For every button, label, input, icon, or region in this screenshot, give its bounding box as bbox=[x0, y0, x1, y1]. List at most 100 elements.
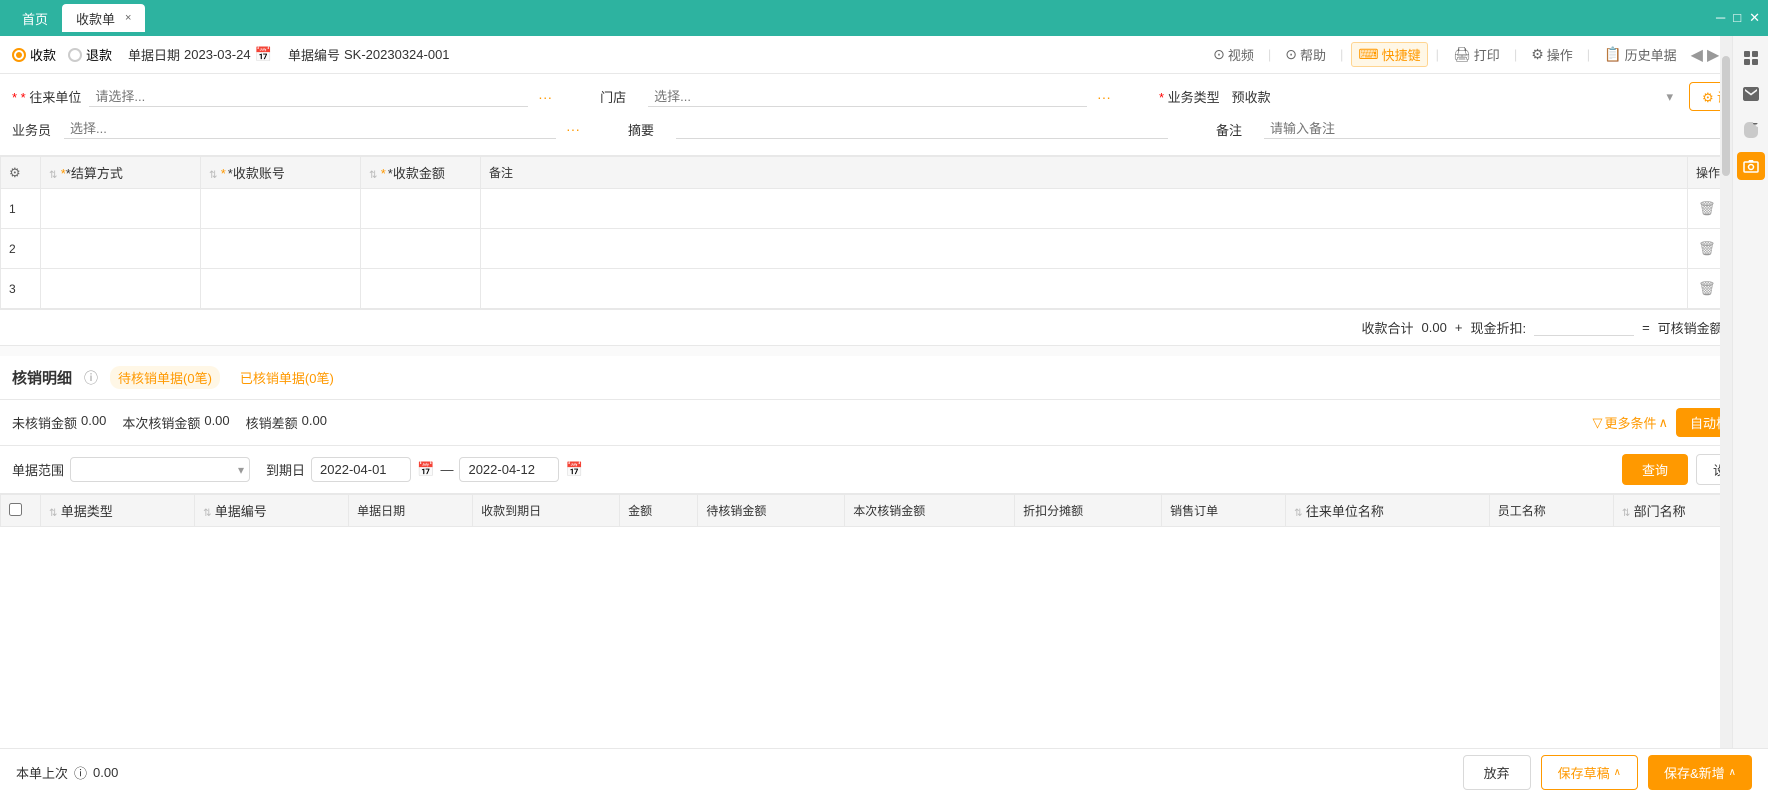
shortcut-btn[interactable]: ⌨ 快捷键 bbox=[1351, 42, 1427, 67]
date-to-calendar-icon[interactable]: 📅 bbox=[565, 461, 582, 478]
row-2-settle[interactable] bbox=[41, 229, 201, 269]
table-row: 2 🗑 ⎘ bbox=[1, 229, 1768, 269]
bottom-info-icon[interactable]: ⓘ bbox=[74, 763, 87, 782]
save-draft-button[interactable]: 保存草稿 ∧ bbox=[1541, 755, 1638, 790]
more-conditions-label: 更多条件 bbox=[1604, 413, 1656, 432]
tab-home[interactable]: 首页 bbox=[8, 4, 62, 32]
doc-date-calendar-icon[interactable]: 📅 bbox=[255, 46, 272, 63]
query-button[interactable]: 查询 bbox=[1622, 454, 1688, 485]
row-1-remark[interactable] bbox=[481, 189, 1688, 229]
total-label: 收款合计 bbox=[1362, 318, 1414, 337]
row-2-amount[interactable] bbox=[361, 229, 481, 269]
discard-button[interactable]: 放弃 bbox=[1463, 755, 1531, 790]
nav-prev-icon[interactable]: ◀ bbox=[1691, 45, 1703, 65]
sidebar-email-icon[interactable] bbox=[1737, 80, 1765, 108]
select-all-checkbox[interactable] bbox=[9, 503, 22, 516]
radio-receipt[interactable]: 收款 bbox=[12, 45, 56, 64]
row-1-account[interactable] bbox=[201, 189, 361, 229]
tab-close-icon[interactable]: × bbox=[125, 12, 131, 24]
diff-stat: 核销差额 0.00 bbox=[246, 413, 327, 432]
operation-btn[interactable]: ⚙ 操作 bbox=[1525, 43, 1579, 66]
biz-type-dropdown-icon[interactable]: ▾ bbox=[1666, 89, 1673, 105]
row-2-remark[interactable] bbox=[481, 229, 1688, 269]
date-from-calendar-icon[interactable]: 📅 bbox=[417, 461, 434, 478]
radio-refund[interactable]: 退款 bbox=[68, 45, 112, 64]
tab-bar: 首页 收款单 × ─ □ ✕ bbox=[0, 0, 1768, 36]
staff-input[interactable] bbox=[64, 119, 556, 139]
maximize-icon[interactable]: □ bbox=[1733, 10, 1741, 26]
radio-refund-label: 退款 bbox=[86, 45, 112, 64]
row-3-delete-icon[interactable]: 🗑 bbox=[1698, 280, 1716, 296]
tab-receipt[interactable]: 收款单 × bbox=[62, 4, 145, 32]
section-info-icon[interactable]: ⓘ bbox=[84, 368, 98, 388]
sidebar-table-icon[interactable] bbox=[1737, 44, 1765, 72]
row-2-delete-icon[interactable]: 🗑 bbox=[1698, 240, 1716, 256]
minimize-icon[interactable]: ─ bbox=[1716, 10, 1725, 26]
date-to-input[interactable] bbox=[459, 457, 559, 482]
th-pending: 待核销金额 bbox=[698, 495, 845, 527]
form-area: * 往来单位 ··· 门店 ··· * 业务类型 预收款 ▾ ⚙ 设置 业务员 bbox=[0, 74, 1768, 156]
partner-more-icon[interactable]: ··· bbox=[538, 89, 552, 105]
row-2-account[interactable] bbox=[201, 229, 361, 269]
nav-next-icon[interactable]: ▶ bbox=[1707, 45, 1719, 65]
store-input[interactable] bbox=[648, 87, 1087, 107]
due-date-label: 到期日 bbox=[266, 460, 305, 479]
th-staff: 员工名称 bbox=[1489, 495, 1613, 527]
row-3-amount[interactable] bbox=[361, 269, 481, 309]
store-more-icon[interactable]: ··· bbox=[1097, 89, 1111, 105]
range-select[interactable] bbox=[70, 457, 250, 482]
video-btn[interactable]: ⊙ 视频 bbox=[1207, 43, 1260, 66]
detail-table-wrap: ⇅ 单据类型 ⇅ 单据编号 单据日期 收款到期日 金额 待核销金额 本次核销金额… bbox=[0, 494, 1768, 587]
help-btn[interactable]: ⊙ 帮助 bbox=[1279, 43, 1332, 66]
save-draft-chevron-icon: ∧ bbox=[1614, 767, 1621, 778]
save-new-button[interactable]: 保存&新增 ∧ bbox=[1648, 755, 1752, 790]
date-from-input[interactable] bbox=[311, 457, 411, 482]
history-btn[interactable]: 📋 历史单据 bbox=[1598, 43, 1682, 66]
row-3-remark[interactable] bbox=[481, 269, 1688, 309]
doc-no-field: 单据编号 SK-20230324-001 bbox=[288, 45, 450, 64]
scroll-track bbox=[1720, 36, 1732, 748]
row-1-settle[interactable] bbox=[41, 189, 201, 229]
sort-icon-doc-no: ⇅ bbox=[203, 508, 211, 519]
biz-type-value: 预收款 bbox=[1232, 87, 1659, 106]
sidebar-screenshot-icon[interactable] bbox=[1737, 152, 1765, 180]
save-draft-label: 保存草稿 bbox=[1558, 763, 1610, 782]
doc-date-field: 单据日期 2023-03-24 📅 bbox=[128, 45, 272, 64]
row-3-settle[interactable] bbox=[41, 269, 201, 309]
bottom-total-value: 0.00 bbox=[93, 765, 118, 780]
bottom-actions: 放弃 保存草稿 ∧ 保存&新增 ∧ bbox=[1463, 755, 1752, 790]
table-settings-icon[interactable]: ⚙ bbox=[9, 165, 21, 180]
row-1-amount[interactable] bbox=[361, 189, 481, 229]
th-settings[interactable]: ⚙ bbox=[1, 157, 41, 189]
scroll-thumb[interactable] bbox=[1722, 56, 1730, 176]
row-1-delete-icon[interactable]: 🗑 bbox=[1698, 200, 1716, 216]
print-btn[interactable]: 🖨 打印 bbox=[1447, 43, 1506, 66]
diff-label: 核销差额 bbox=[246, 413, 298, 432]
th-account: ⇅ **收款账号 bbox=[201, 157, 361, 189]
memo-input[interactable] bbox=[676, 119, 1168, 139]
receipt-table-wrap: ⚙ ⇅ **结算方式 ⇅ **收款账号 ⇅ **收款金额 备注 bbox=[0, 156, 1768, 310]
current-label: 本次核销金额 bbox=[122, 413, 200, 432]
close-icon[interactable]: ✕ bbox=[1749, 10, 1760, 26]
row-3-account[interactable] bbox=[201, 269, 361, 309]
discount-input[interactable] bbox=[1534, 320, 1634, 336]
table-row: 3 🗑 ⎘ bbox=[1, 269, 1768, 309]
main-content: 收款 退款 单据日期 2023-03-24 📅 单据编号 SK-20230324… bbox=[0, 36, 1768, 796]
remark-input[interactable] bbox=[1264, 119, 1756, 139]
receipt-table: ⚙ ⇅ **结算方式 ⇅ **收款账号 ⇅ **收款金额 备注 bbox=[0, 156, 1768, 309]
sidebar-attach-icon[interactable] bbox=[1737, 116, 1765, 144]
th-doc-no: ⇅ 单据编号 bbox=[195, 495, 349, 527]
doc-toolbar: 收款 退款 单据日期 2023-03-24 📅 单据编号 SK-20230324… bbox=[0, 36, 1768, 74]
radio-receipt-circle bbox=[12, 48, 26, 62]
total-value: 0.00 bbox=[1422, 320, 1447, 335]
doc-no-value: SK-20230324-001 bbox=[344, 47, 450, 62]
partner-input[interactable] bbox=[89, 87, 528, 107]
staff-more-icon[interactable]: ··· bbox=[566, 121, 580, 137]
row-2-idx: 2 bbox=[1, 229, 41, 269]
save-new-chevron-icon: ∧ bbox=[1729, 767, 1736, 778]
receipt-type-radio: 收款 退款 bbox=[12, 45, 112, 64]
pending-tab[interactable]: 待核销单据(0笔) bbox=[110, 366, 220, 389]
more-conditions-btn[interactable]: ▽ 更多条件 ∧ bbox=[1592, 413, 1668, 432]
th-partner: ⇅ 往来单位名称 bbox=[1286, 495, 1490, 527]
done-tab[interactable]: 已核销单据(0笔) bbox=[232, 366, 342, 389]
